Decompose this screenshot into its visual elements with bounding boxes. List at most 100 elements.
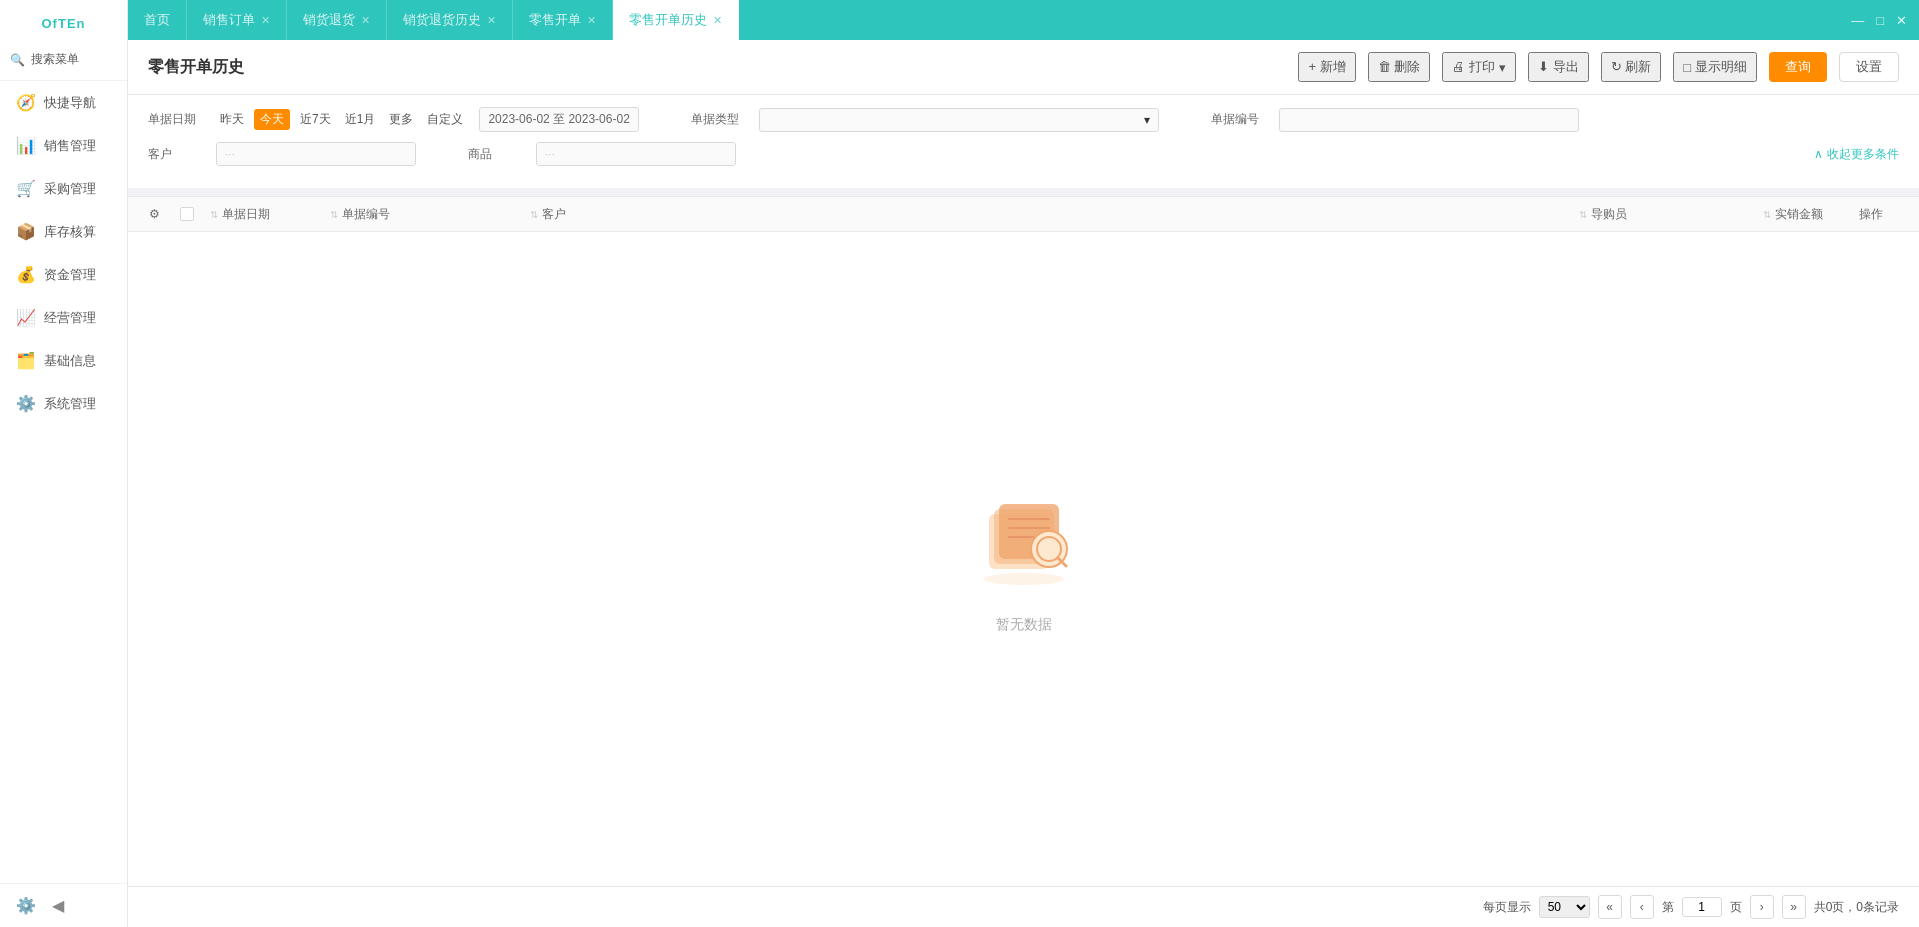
- sidebar-item-label: 资金管理: [44, 266, 96, 284]
- export-button[interactable]: ⬇ 导出: [1528, 52, 1589, 82]
- sort-icon: ⇅: [1579, 209, 1587, 220]
- date-options: 昨天 今天 近7天 近1月 更多 自定义: [216, 109, 467, 130]
- tab-close-icon[interactable]: ✕: [587, 14, 596, 27]
- sidebar-item-base-info[interactable]: 🗂️ 基础信息: [0, 339, 127, 382]
- date-1month[interactable]: 近1月: [341, 109, 380, 130]
- tab-close-icon[interactable]: ✕: [713, 14, 722, 27]
- tabbar-right: — □ ✕: [1851, 13, 1919, 28]
- date-7days[interactable]: 近7天: [296, 109, 335, 130]
- sidebar-nav: 🧭 快捷导航 📊 销售管理 🛒 采购管理 📦 库存核算 💰 资金管理 📈 经营管…: [0, 81, 127, 883]
- doc-type-dropdown-icon: ▾: [1144, 113, 1150, 127]
- sort-icon: ⇅: [1763, 209, 1771, 220]
- sidebar-bottom: ⚙️ ◀: [0, 883, 127, 927]
- refresh-button[interactable]: ↻ 刷新: [1601, 52, 1662, 82]
- base-info-icon: 🗂️: [16, 351, 36, 370]
- refresh-label: ↻ 刷新: [1611, 58, 1652, 76]
- filter-row-2: 客户 ··· 商品 ··· ∧ 收起更多条件: [148, 142, 1899, 166]
- tab-retail-history[interactable]: 零售开单历史 ✕: [613, 0, 739, 40]
- print-button[interactable]: 🖨 打印 ▾: [1442, 52, 1516, 82]
- date-custom[interactable]: 自定义: [423, 109, 467, 130]
- doc-no-label: 单据编号: [1211, 111, 1267, 128]
- export-label: ⬇ 导出: [1538, 58, 1579, 76]
- tab-sales-return[interactable]: 销货退货 ✕: [287, 0, 387, 40]
- th-date[interactable]: ⇅ 单据日期: [202, 206, 322, 223]
- sys-mgmt-icon: ⚙️: [16, 394, 36, 413]
- sidebar-item-quick-nav[interactable]: 🧭 快捷导航: [0, 81, 127, 124]
- doc-type-select[interactable]: ▾: [759, 108, 1159, 132]
- display-detail-button[interactable]: □ 显示明细: [1673, 52, 1757, 82]
- sidebar-item-purchase-mgmt[interactable]: 🛒 采购管理: [0, 167, 127, 210]
- tab-sales-return-history[interactable]: 销货退货历史 ✕: [387, 0, 513, 40]
- tab-close-icon[interactable]: ✕: [361, 14, 370, 27]
- window-minimize-icon[interactable]: —: [1851, 13, 1864, 28]
- tab-close-icon[interactable]: ✕: [487, 14, 496, 27]
- goods-label: 商品: [468, 146, 524, 163]
- sidebar-item-sales-mgmt[interactable]: 📊 销售管理: [0, 124, 127, 167]
- tab-retail-open[interactable]: 零售开单 ✕: [513, 0, 613, 40]
- sidebar: OfTEn 🔍 搜索菜单 🧭 快捷导航 📊 销售管理 🛒 采购管理 📦 库存核算…: [0, 0, 128, 927]
- per-page-select[interactable]: 50 10 20 100: [1539, 896, 1590, 918]
- tab-close-icon[interactable]: ✕: [261, 14, 270, 27]
- main-area: 首页 销售订单 ✕ 销货退货 ✕ 销货退货历史 ✕ 零售开单 ✕ 零售开单历史 …: [128, 0, 1919, 927]
- page-label: 第: [1662, 899, 1674, 916]
- delete-button[interactable]: 🗑 删除: [1368, 52, 1431, 82]
- collapse-button[interactable]: ∧ 收起更多条件: [1814, 146, 1899, 163]
- date-label: 单据日期: [148, 111, 204, 128]
- settings-button[interactable]: 设置: [1839, 52, 1899, 82]
- date-today[interactable]: 今天: [254, 109, 290, 130]
- prev-page-button[interactable]: ‹: [1630, 895, 1654, 919]
- th-customer-label: 客户: [542, 206, 566, 223]
- last-page-button[interactable]: »: [1782, 895, 1806, 919]
- quick-nav-icon: 🧭: [16, 93, 36, 112]
- sidebar-item-finance[interactable]: 💰 资金管理: [0, 253, 127, 296]
- logo-text: OfTEn: [42, 16, 86, 31]
- svg-point-0: [984, 573, 1064, 585]
- th-docno[interactable]: ⇅ 单据编号: [322, 206, 522, 223]
- th-settings[interactable]: ⚙: [136, 207, 172, 221]
- sidebar-search[interactable]: 🔍 搜索菜单: [0, 39, 127, 81]
- sidebar-item-sys-mgmt[interactable]: ⚙️ 系统管理: [0, 382, 127, 425]
- tab-label: 销售订单: [203, 11, 255, 29]
- chevron-up-icon: ∧: [1814, 147, 1823, 161]
- sidebar-item-label: 快捷导航: [44, 94, 96, 112]
- th-customer[interactable]: ⇅ 客户: [522, 206, 1571, 223]
- total-info: 共0页，0条记录: [1814, 899, 1899, 916]
- content-area: 零售开单历史 + 新增 🗑 删除 🖨 打印 ▾ ⬇ 导出 ↻ 刷新: [128, 40, 1919, 927]
- collapse-icon[interactable]: ◀: [52, 896, 64, 915]
- window-maximize-icon[interactable]: □: [1876, 13, 1884, 28]
- th-date-label: 单据日期: [222, 206, 270, 223]
- window-close-icon[interactable]: ✕: [1896, 13, 1907, 28]
- next-page-button[interactable]: ›: [1750, 895, 1774, 919]
- doc-type-label: 单据类型: [691, 111, 747, 128]
- sidebar-item-inventory[interactable]: 📦 库存核算: [0, 210, 127, 253]
- date-more[interactable]: 更多: [385, 109, 417, 130]
- customer-input[interactable]: ···: [216, 142, 416, 166]
- add-button[interactable]: + 新增: [1298, 52, 1355, 82]
- goods-input[interactable]: ···: [536, 142, 736, 166]
- first-page-button[interactable]: «: [1598, 895, 1622, 919]
- th-amount[interactable]: ⇅ 实销金额: [1691, 206, 1831, 223]
- sidebar-item-label: 基础信息: [44, 352, 96, 370]
- finance-icon: 💰: [16, 265, 36, 284]
- query-button[interactable]: 查询: [1769, 52, 1827, 82]
- settings-icon[interactable]: ⚙️: [16, 896, 36, 915]
- toolbar: + 新增 🗑 删除 🖨 打印 ▾ ⬇ 导出 ↻ 刷新 □ 显示明细: [1298, 52, 1899, 94]
- th-check[interactable]: [172, 207, 202, 221]
- doc-no-input[interactable]: [1279, 108, 1579, 132]
- th-docno-label: 单据编号: [342, 206, 390, 223]
- search-icon: 🔍: [10, 53, 25, 67]
- date-yesterday[interactable]: 昨天: [216, 109, 248, 130]
- th-guide-label: 导购员: [1591, 206, 1627, 223]
- page-number-input[interactable]: [1682, 897, 1722, 917]
- select-all-checkbox[interactable]: [180, 207, 194, 221]
- sidebar-item-operations[interactable]: 📈 经营管理: [0, 296, 127, 339]
- th-guide[interactable]: ⇅ 导购员: [1571, 206, 1691, 223]
- tab-home[interactable]: 首页: [128, 0, 187, 40]
- table-body: 暂无数据: [128, 232, 1919, 886]
- th-ops: 操作: [1831, 206, 1911, 223]
- date-range-input[interactable]: 2023-06-02 至 2023-06-02: [479, 107, 638, 132]
- purchase-icon: 🛒: [16, 179, 36, 198]
- logo: OfTEn: [0, 0, 127, 39]
- tab-sales-order[interactable]: 销售订单 ✕: [187, 0, 287, 40]
- column-settings-icon[interactable]: ⚙: [149, 207, 160, 221]
